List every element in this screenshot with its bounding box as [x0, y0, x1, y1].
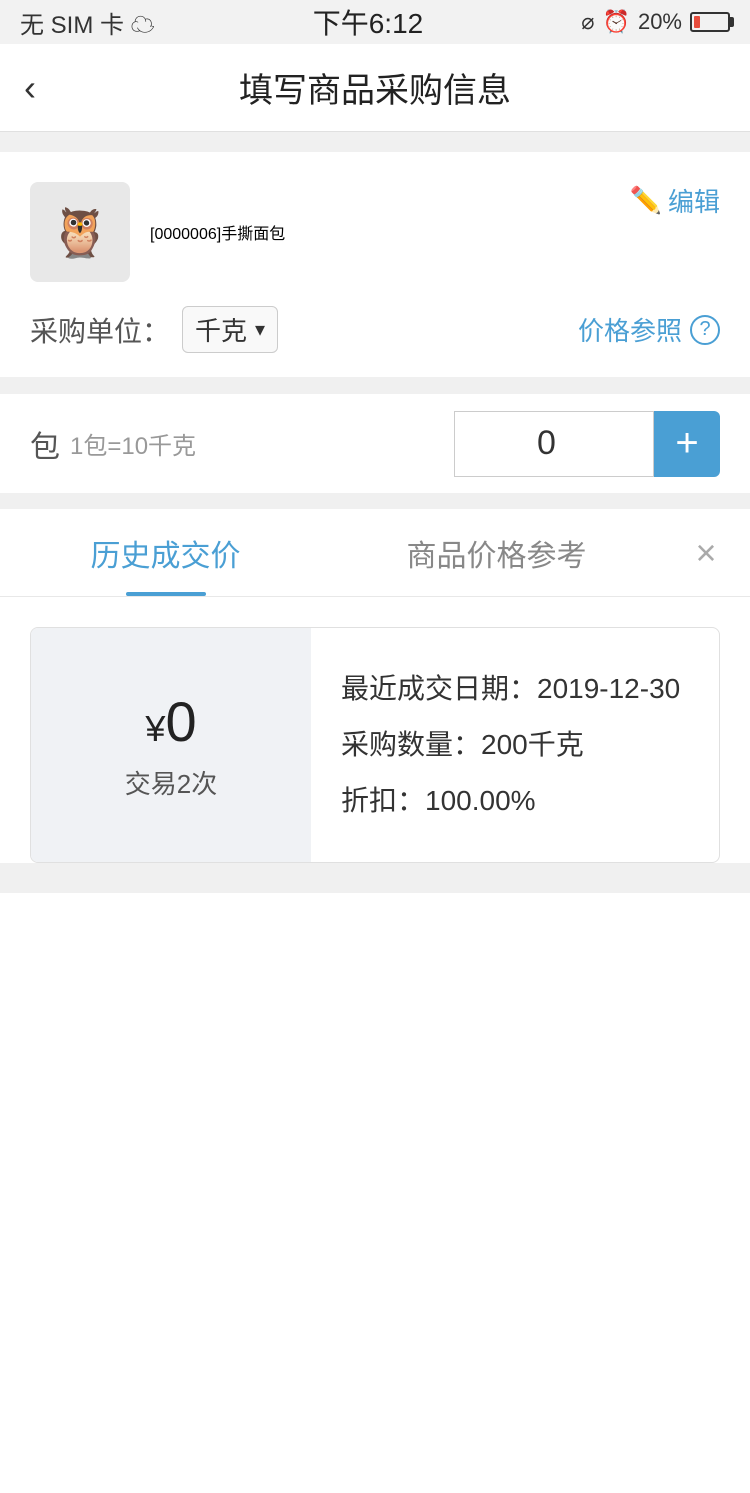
product-left: 🦉 [0000006]手撕面包 [30, 182, 285, 282]
product-name: [0000006]手撕面包 [150, 220, 285, 244]
history-card-right: 最近成交日期：2019-12-30 采购数量：200千克 折扣：100.00% [311, 628, 719, 862]
bottom-area [0, 893, 750, 1493]
product-card: 🦉 [0000006]手撕面包 ✏️ 编辑 采购单位： 千克 ▾ 价格参照 ? [0, 152, 750, 377]
nav-bar: ‹ 填写商品采购信息 [0, 44, 750, 132]
tab-history-price[interactable]: 历史成交价 [0, 509, 331, 596]
detail-qty: 采购数量：200千克 [341, 724, 689, 766]
status-time: 下午6:12 [313, 2, 424, 42]
battery-icon [690, 12, 730, 32]
status-left: 无 SIM 卡 ☁ [20, 5, 155, 40]
tab-history-price-label: 历史成交价 [91, 531, 241, 575]
history-price: ¥0 [145, 689, 196, 754]
unit-label: 采购单位： [30, 310, 170, 350]
tab-price-reference-label: 商品价格参考 [407, 531, 587, 575]
product-code: [0000006] [150, 226, 221, 243]
product-thumbnail: 🦉 [30, 182, 130, 282]
help-icon: ? [690, 315, 720, 345]
history-card-left: ¥0 交易2次 [31, 628, 311, 862]
quantity-input[interactable] [454, 411, 654, 477]
unit-left: 采购单位： 千克 ▾ [30, 306, 278, 353]
trade-count: 交易2次 [125, 764, 217, 801]
unit-dropdown[interactable]: 千克 ▾ [182, 306, 278, 353]
sim-status: 无 SIM 卡 ☁ [20, 5, 155, 40]
product-header: 🦉 [0000006]手撕面包 ✏️ 编辑 [30, 182, 720, 282]
battery-percent: 20% [638, 9, 682, 35]
detail-date: 最近成交日期：2019-12-30 [341, 668, 689, 710]
unit-icon: 包 [30, 422, 60, 466]
detail-discount: 折扣：100.00% [341, 780, 689, 822]
edit-button[interactable]: ✏️ 编辑 [630, 182, 720, 219]
price-reference-button[interactable]: 价格参照 ? [578, 311, 720, 348]
quantity-input-group: + [454, 411, 720, 477]
history-card: ¥0 交易2次 最近成交日期：2019-12-30 采购数量：200千克 折扣：… [30, 627, 720, 863]
status-bar: 无 SIM 卡 ☁ 下午6:12 ⌀ ⏰ 20% [0, 0, 750, 44]
quantity-plus-button[interactable]: + [654, 411, 720, 477]
unit-value: 千克 [195, 311, 247, 348]
tabs-close-button[interactable]: × [662, 509, 750, 597]
status-right: ⌀ ⏰ 20% [581, 9, 730, 35]
back-button[interactable]: ‹ [24, 67, 36, 109]
product-unit-row: 采购单位： 千克 ▾ 价格参照 ? [30, 306, 720, 353]
unit-label-group: 包 1包=10千克 [30, 422, 250, 466]
product-image-icon: 🦉 [50, 204, 110, 261]
chevron-down-icon: ▾ [255, 317, 265, 342]
price-value: 0 [165, 690, 196, 753]
price-ref-label: 价格参照 [578, 311, 682, 348]
tabs-container: 历史成交价 商品价格参考 × ¥0 交易2次 最近成交日期：2019-12-30… [0, 509, 750, 863]
tab-price-reference[interactable]: 商品价格参考 [331, 509, 662, 596]
navigation-icon: ⌀ [581, 9, 594, 35]
currency-symbol: ¥ [145, 708, 165, 749]
edit-label: 编辑 [668, 182, 720, 219]
product-title: 手撕面包 [221, 226, 285, 243]
unit-conversion: 1包=10千克 [70, 426, 196, 461]
tabs-header: 历史成交价 商品价格参考 × [0, 509, 750, 597]
page-title: 填写商品采购信息 [239, 63, 511, 112]
alarm-icon: ⏰ [603, 9, 630, 35]
edit-icon: ✏️ [630, 185, 662, 216]
quantity-section: 包 1包=10千克 + [0, 393, 750, 493]
